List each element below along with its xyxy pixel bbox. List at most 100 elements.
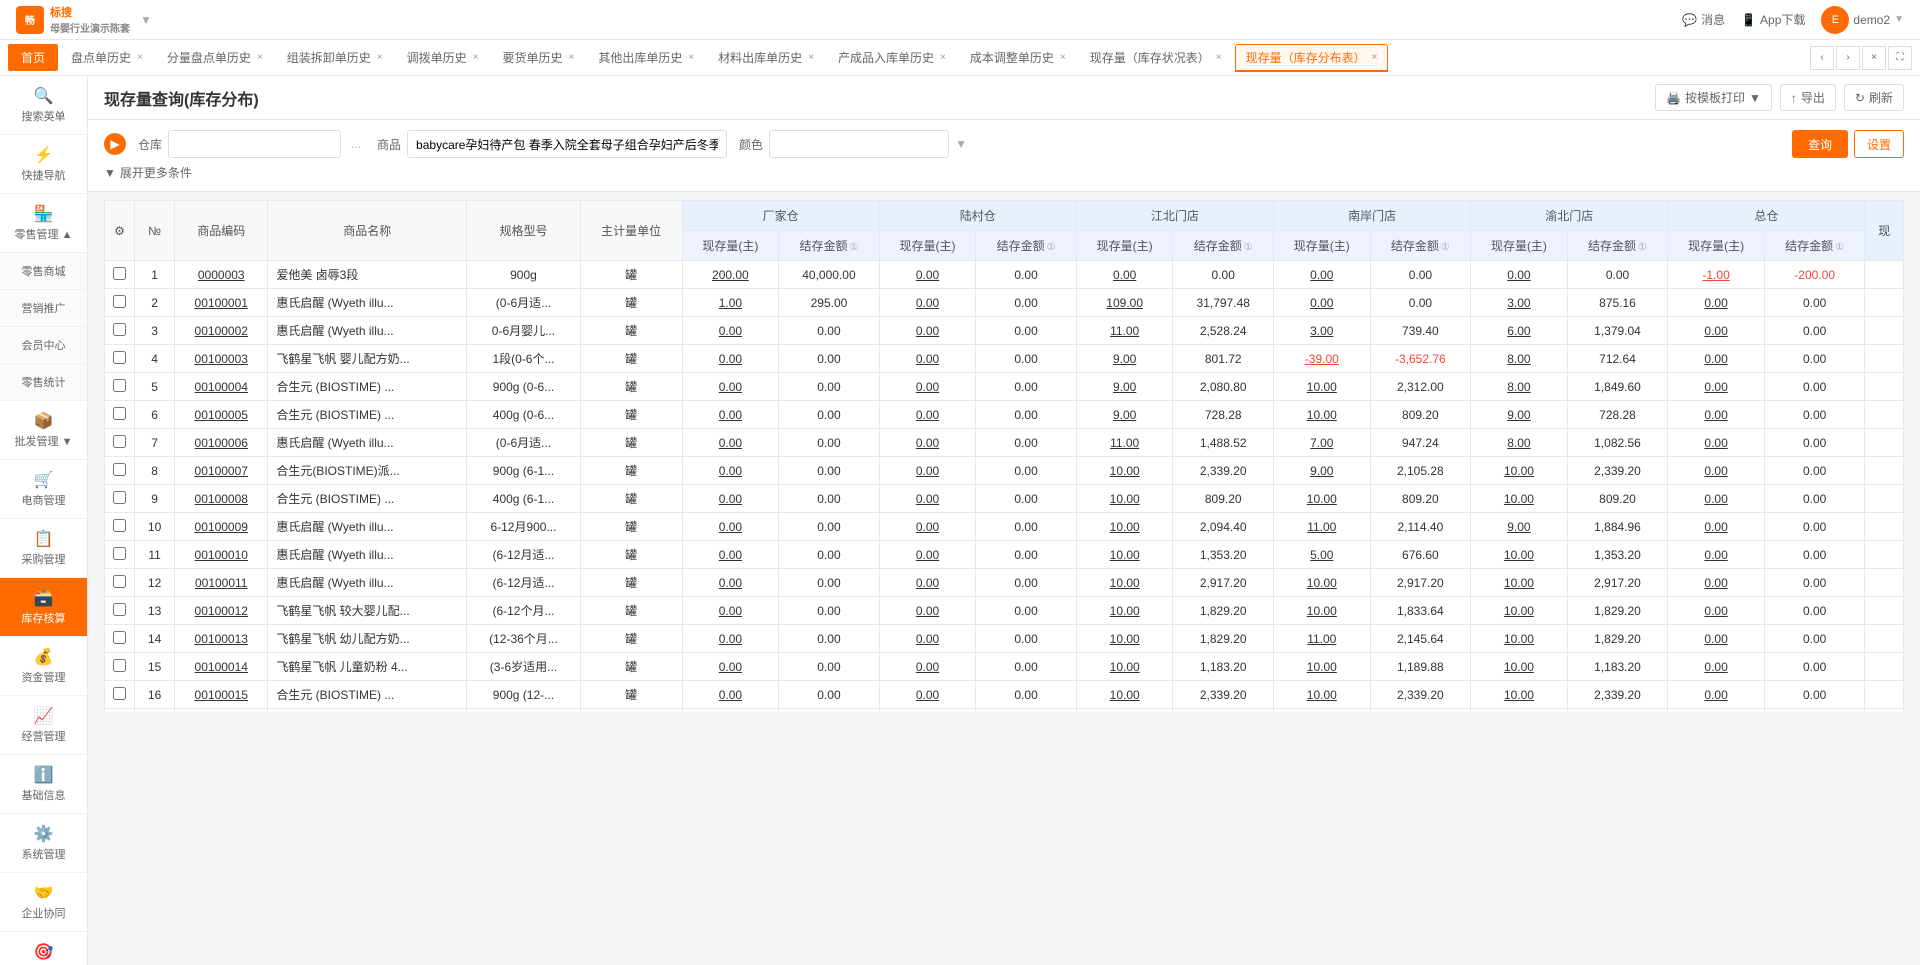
warehouse-ellipsis[interactable]: ... bbox=[347, 137, 365, 151]
row-nanan-qty[interactable]: 3.00 bbox=[1274, 709, 1371, 713]
row-yubei-qty[interactable]: 10.00 bbox=[1471, 681, 1568, 709]
row-lucun-qty[interactable]: 0.00 bbox=[879, 625, 976, 653]
row-total-qty[interactable]: 0.00 bbox=[1668, 345, 1765, 373]
row-checkbox[interactable] bbox=[105, 653, 135, 681]
row-factory-qty[interactable]: 0.00 bbox=[682, 429, 779, 457]
row-lucun-qty[interactable]: 0.00 bbox=[879, 681, 976, 709]
sidebar-item-wholesale[interactable]: 📦 批发管理 ▼ bbox=[0, 401, 87, 460]
row-yubei-qty[interactable]: 8.00 bbox=[1471, 429, 1568, 457]
row-yubei-qty[interactable]: 6.00 bbox=[1471, 317, 1568, 345]
row-total-qty[interactable]: 0.00 bbox=[1668, 513, 1765, 541]
row-nanan-qty[interactable]: 0.00 bbox=[1274, 261, 1371, 289]
row-jiangbei-qty[interactable]: 10.00 bbox=[1076, 625, 1173, 653]
sidebar-item-members[interactable]: 会员中心 bbox=[0, 327, 87, 364]
row-nanan-qty[interactable]: 9.00 bbox=[1274, 457, 1371, 485]
tab-pandian[interactable]: 盘点单历史 × bbox=[60, 44, 154, 71]
row-lucun-qty[interactable]: 0.00 bbox=[879, 541, 976, 569]
row-jiangbei-qty[interactable]: 9.00 bbox=[1076, 345, 1173, 373]
setting-button[interactable]: 设置 bbox=[1854, 130, 1904, 158]
print-button[interactable]: 🖨️ 按模板打印 ▼ bbox=[1655, 84, 1772, 111]
tab-fenpandian[interactable]: 分量盘点单历史 × bbox=[156, 44, 274, 71]
row-code[interactable]: 00100004 bbox=[175, 373, 268, 401]
expand-toggle[interactable]: ▶ bbox=[104, 133, 126, 155]
row-factory-qty[interactable]: 0.00 bbox=[682, 625, 779, 653]
row-jiangbei-qty[interactable]: 10.00 bbox=[1076, 513, 1173, 541]
close-icon[interactable]: × bbox=[1372, 52, 1378, 63]
row-lucun-qty[interactable]: 0.00 bbox=[879, 513, 976, 541]
row-lucun-qty[interactable]: 0.00 bbox=[879, 429, 976, 457]
row-factory-qty[interactable]: 0.00 bbox=[682, 485, 779, 513]
row-checkbox[interactable] bbox=[105, 429, 135, 457]
row-nanan-qty[interactable]: -39.00 bbox=[1274, 345, 1371, 373]
row-checkbox[interactable] bbox=[105, 485, 135, 513]
sidebar-item-collab[interactable]: 🤝 企业协同 bbox=[0, 873, 87, 932]
row-code[interactable]: 00100012 bbox=[175, 597, 268, 625]
info-icon[interactable]: ① bbox=[849, 242, 858, 253]
row-nanan-qty[interactable]: 10.00 bbox=[1274, 681, 1371, 709]
tab-yaohuo[interactable]: 要货单历史 × bbox=[491, 44, 585, 71]
tab-chengbentiaozhen[interactable]: 成本调整单历史 × bbox=[959, 44, 1077, 71]
sidebar-item-operations[interactable]: 📈 经营管理 bbox=[0, 696, 87, 755]
row-nanan-qty[interactable]: 3.00 bbox=[1274, 317, 1371, 345]
row-yubei-qty[interactable]: 10.00 bbox=[1471, 541, 1568, 569]
row-yubei-qty[interactable]: 10.00 bbox=[1471, 709, 1568, 713]
row-nanan-qty[interactable]: 0.00 bbox=[1274, 289, 1371, 317]
search-button[interactable]: 查询 bbox=[1792, 130, 1848, 158]
row-lucun-qty[interactable]: 0.00 bbox=[879, 457, 976, 485]
row-factory-qty[interactable]: 0.00 bbox=[682, 345, 779, 373]
row-total-qty[interactable]: 0.00 bbox=[1668, 429, 1765, 457]
info-icon[interactable]: ① bbox=[1244, 242, 1253, 253]
row-jiangbei-qty[interactable]: 10.00 bbox=[1076, 569, 1173, 597]
row-nanan-qty[interactable]: 10.00 bbox=[1274, 653, 1371, 681]
user-menu[interactable]: E demo2 ▼ bbox=[1821, 6, 1904, 34]
row-code[interactable]: 00100006 bbox=[175, 429, 268, 457]
row-lucun-qty[interactable]: 0.00 bbox=[879, 345, 976, 373]
row-factory-qty[interactable]: 0.00 bbox=[682, 541, 779, 569]
row-total-qty[interactable]: 0.00 bbox=[1668, 485, 1765, 513]
color-dropdown[interactable]: ▼ bbox=[955, 137, 967, 151]
row-lucun-qty[interactable]: 0.00 bbox=[879, 597, 976, 625]
row-total-qty[interactable]: 0.00 bbox=[1668, 289, 1765, 317]
row-factory-qty[interactable]: 200.00 bbox=[682, 261, 779, 289]
row-yubei-qty[interactable]: 9.00 bbox=[1471, 401, 1568, 429]
tab-chanpinruku[interactable]: 产成品入库单历史 × bbox=[827, 44, 957, 71]
product-input[interactable] bbox=[407, 130, 727, 158]
row-yubei-qty[interactable]: 10.00 bbox=[1471, 485, 1568, 513]
export-button[interactable]: ↑ 导出 bbox=[1780, 84, 1836, 111]
row-lucun-qty[interactable]: 0.00 bbox=[879, 317, 976, 345]
close-icon[interactable]: × bbox=[137, 52, 143, 63]
row-jiangbei-qty[interactable]: 11.00 bbox=[1076, 317, 1173, 345]
row-total-qty[interactable]: 0.00 bbox=[1668, 597, 1765, 625]
row-jiangbei-qty[interactable]: 10.00 bbox=[1076, 653, 1173, 681]
row-jiangbei-qty[interactable]: 10.00 bbox=[1076, 485, 1173, 513]
row-nanan-qty[interactable]: 10.00 bbox=[1274, 401, 1371, 429]
close-icon[interactable]: × bbox=[1216, 52, 1222, 63]
close-icon[interactable]: × bbox=[257, 52, 263, 63]
sidebar-item-marketing[interactable]: 营销推广 bbox=[0, 290, 87, 327]
row-lucun-qty[interactable]: 0.00 bbox=[879, 401, 976, 429]
sidebar-item-finance[interactable]: 💰 资金管理 bbox=[0, 637, 87, 696]
row-yubei-qty[interactable]: 8.00 bbox=[1471, 345, 1568, 373]
row-lucun-qty[interactable]: 0.00 bbox=[879, 653, 976, 681]
row-factory-qty[interactable]: 0.00 bbox=[682, 569, 779, 597]
expand-icon[interactable]: ▶ bbox=[104, 133, 126, 155]
sidebar-item-purchase[interactable]: 📋 采购管理 bbox=[0, 519, 87, 578]
sidebar-item-quicknav[interactable]: ⚡ 快捷导航 bbox=[0, 135, 87, 194]
row-jiangbei-qty[interactable]: 10.00 bbox=[1076, 709, 1173, 713]
row-code[interactable]: 00100003 bbox=[175, 345, 268, 373]
row-jiangbei-qty[interactable]: 11.00 bbox=[1076, 429, 1173, 457]
row-checkbox[interactable] bbox=[105, 317, 135, 345]
warehouse-input[interactable] bbox=[168, 130, 341, 158]
row-checkbox[interactable] bbox=[105, 261, 135, 289]
row-code[interactable]: 00100005 bbox=[175, 401, 268, 429]
info-icon[interactable]: ① bbox=[1638, 242, 1647, 253]
row-lucun-qty[interactable]: 0.00 bbox=[879, 485, 976, 513]
row-lucun-qty[interactable]: 0.00 bbox=[879, 709, 976, 713]
row-code[interactable]: 00100001 bbox=[175, 289, 268, 317]
row-total-qty[interactable]: 0.00 bbox=[1668, 401, 1765, 429]
row-nanan-qty[interactable]: 10.00 bbox=[1274, 597, 1371, 625]
close-icon[interactable]: × bbox=[688, 52, 694, 63]
refresh-button[interactable]: ↻ 刷新 bbox=[1844, 84, 1904, 111]
row-nanan-qty[interactable]: 7.00 bbox=[1274, 429, 1371, 457]
row-factory-qty[interactable]: 0.00 bbox=[682, 709, 779, 713]
